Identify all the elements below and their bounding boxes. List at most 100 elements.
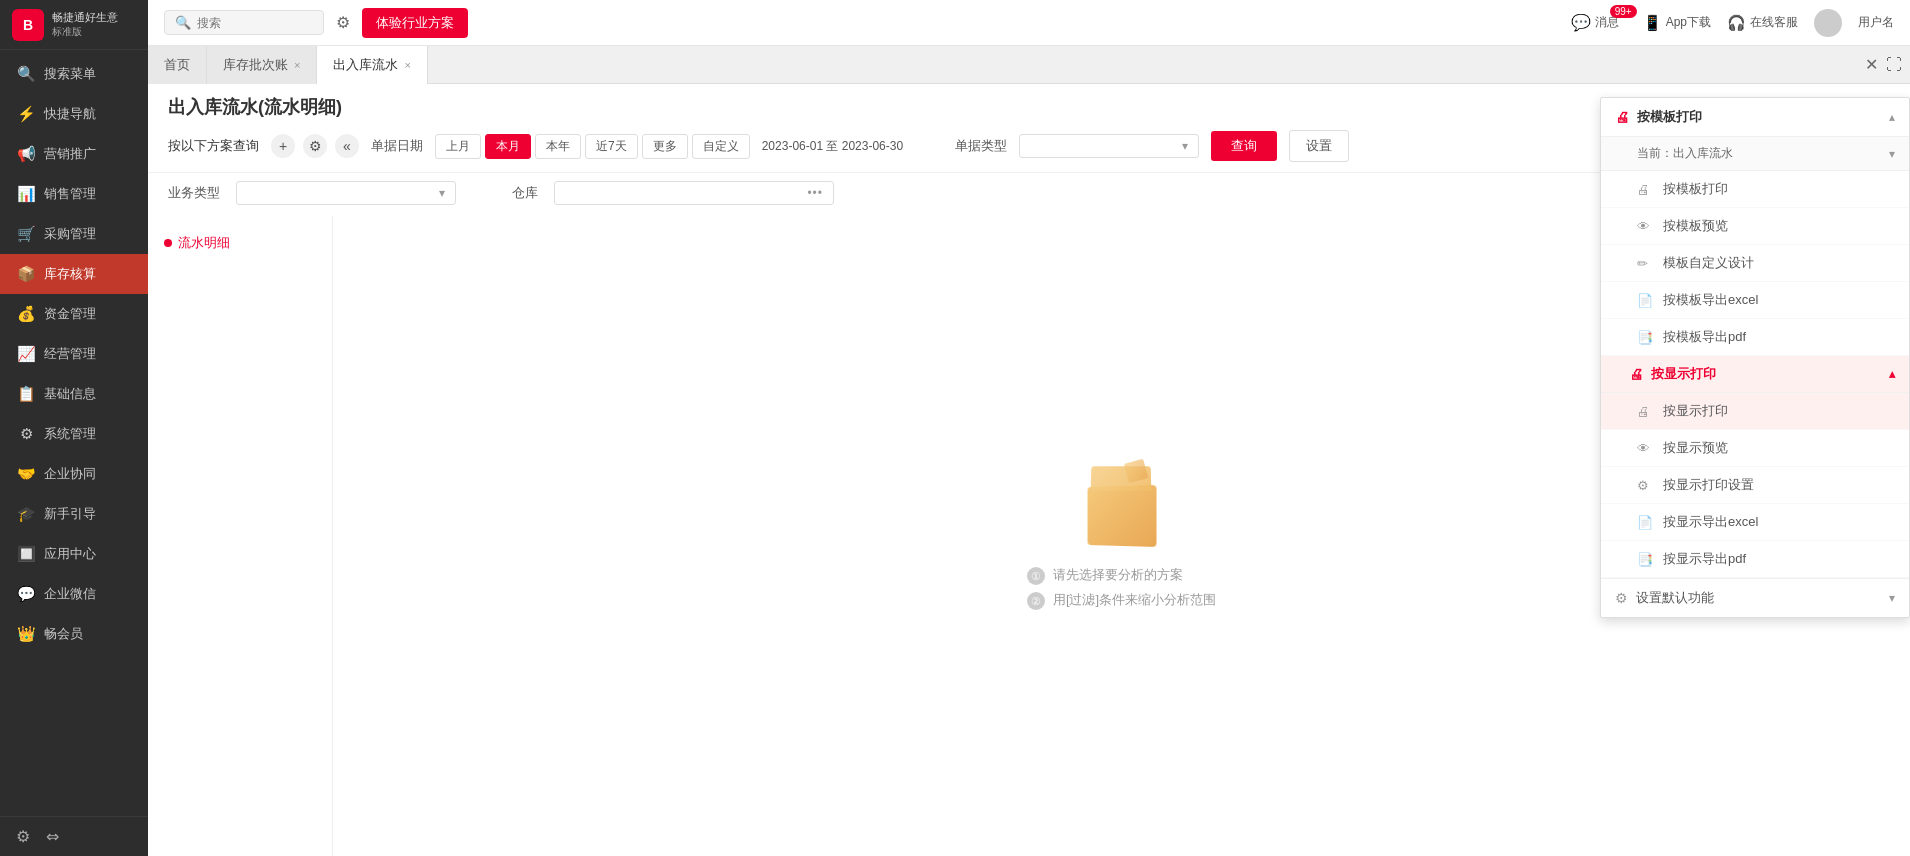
template-print-item[interactable]: 🖨 按模板打印 [1601, 171, 1909, 208]
tab-close-window-icon[interactable]: ✕ [1865, 55, 1878, 74]
filter-settings-button[interactable]: ⚙ [303, 134, 327, 158]
message-badge: 99+ [1610, 5, 1637, 18]
template-export-pdf-item[interactable]: 📑 按模板导出pdf [1601, 319, 1909, 356]
sidebar-item-finance[interactable]: 💰 资金管理 [0, 294, 148, 334]
customer-service-button[interactable]: 🎧 在线客服 [1727, 14, 1798, 32]
search-icon: 🔍 [175, 15, 191, 30]
sidebar-item-operations[interactable]: 📈 经营管理 [0, 334, 148, 374]
headset-icon: 🎧 [1727, 14, 1746, 32]
sidebar-item-system[interactable]: ⚙ 系统管理 [0, 414, 148, 454]
pdf-dp-icon: 📑 [1637, 552, 1653, 567]
printer-icon: 🖨 [1615, 109, 1629, 125]
quick-filter-flow-detail[interactable]: 流水明细 [148, 226, 332, 260]
template-custom-label: 模板自定义设计 [1663, 254, 1754, 272]
settings-button[interactable]: 设置 [1289, 130, 1349, 162]
sidebar-item-label: 快捷导航 [44, 105, 132, 123]
template-custom-item[interactable]: ✏ 模板自定义设计 [1601, 245, 1909, 282]
empty-state: ① 请先选择要分析的方案 ② 用[过滤]条件来缩小分析范围 [1027, 456, 1216, 616]
display-preview-item[interactable]: 👁 按显示预览 [1601, 430, 1909, 467]
doc-type-select[interactable] [1019, 134, 1199, 158]
sidebar-item-label: 资金管理 [44, 305, 132, 323]
tab-flow-close[interactable]: × [404, 59, 410, 71]
date-custom-button[interactable]: 自定义 [692, 134, 750, 159]
set-default-function-button[interactable]: ⚙ 设置默认功能 [1601, 578, 1909, 617]
excel-icon: 📄 [1637, 293, 1653, 308]
date-range-display: 2023-06-01 至 2023-06-30 [762, 138, 903, 155]
topbar-search-box[interactable]: 🔍 [164, 10, 324, 35]
filter-add-button[interactable]: + [271, 134, 295, 158]
template-preview-item[interactable]: 👁 按模板预览 [1601, 208, 1909, 245]
date-prev-month-button[interactable]: 上月 [435, 134, 481, 159]
printer-dp-icon: 🖨 [1637, 404, 1653, 419]
tab-batch-ledger-close[interactable]: × [294, 59, 300, 71]
template-print-header-left: 🖨 按模板打印 [1615, 108, 1702, 126]
sidebar-item-label: 搜索菜单 [44, 65, 132, 83]
sidebar-item-member[interactable]: 👑 畅会员 [0, 614, 148, 654]
sidebar-item-guide[interactable]: 🎓 新手引导 [0, 494, 148, 534]
date-filter-buttons: 上月 本月 本年 近7天 更多 自定义 [435, 134, 750, 159]
biz-type-select[interactable] [236, 181, 456, 205]
sidebar-bottom: ⚙ ⇔ [0, 816, 148, 856]
display-print-settings-item[interactable]: ⚙ 按显示打印设置 [1601, 467, 1909, 504]
sidebar-item-sales[interactable]: 📊 销售管理 [0, 174, 148, 214]
sidebar-item-app-center[interactable]: 🔲 应用中心 [0, 534, 148, 574]
display-export-pdf-label: 按显示导出pdf [1663, 550, 1746, 568]
template-export-excel-item[interactable]: 📄 按模板导出excel [1601, 282, 1909, 319]
sidebar-item-quick-nav[interactable]: ⚡ 快捷导航 [0, 94, 148, 134]
search-input[interactable] [197, 16, 297, 30]
tabs-bar: 首页 库存批次账 × 出入库流水 × ✕ ⛶ [148, 46, 1910, 84]
message-button[interactable]: 💬 消息 99+ [1563, 13, 1627, 32]
tab-batch-ledger[interactable]: 库存批次账 × [207, 46, 317, 84]
date-label: 单据日期 [371, 137, 423, 155]
warehouse-select[interactable]: ••• [554, 181, 834, 205]
sidebar-item-collab[interactable]: 🤝 企业协同 [0, 454, 148, 494]
sidebar-settings-icon[interactable]: ⚙ [16, 827, 30, 846]
step-2-text: 用[过滤]条件来缩小分析范围 [1053, 591, 1216, 609]
tab-maximize-icon[interactable]: ⛶ [1886, 56, 1902, 74]
user-avatar[interactable] [1814, 9, 1842, 37]
display-print-settings-label: 按显示打印设置 [1663, 476, 1754, 494]
display-print-section-header[interactable]: 🖨 按显示打印 [1601, 356, 1909, 393]
query-button[interactable]: 查询 [1211, 131, 1277, 161]
display-print-header-label: 按显示打印 [1651, 365, 1716, 383]
template-print-header[interactable]: 🖨 按模板打印 [1601, 98, 1909, 137]
date-7days-button[interactable]: 近7天 [585, 134, 638, 159]
filter-collapse-button[interactable]: « [335, 134, 359, 158]
mobile-icon: 📱 [1643, 14, 1662, 32]
tab-home[interactable]: 首页 [148, 46, 207, 84]
tab-flow[interactable]: 出入库流水 × [317, 46, 427, 84]
industry-solution-button[interactable]: 体验行业方案 [362, 8, 468, 38]
app-download-button[interactable]: 📱 App下载 [1643, 14, 1711, 32]
active-dot [164, 239, 172, 247]
search-icon: 🔍 [16, 65, 36, 83]
settings-icon[interactable]: ⚙ [336, 13, 350, 32]
print-dropdown-panel: 🖨 按模板打印 当前：出入库流水 🖨 按模板打印 👁 按模板预览 ✏ 模板自定义… [1600, 97, 1910, 618]
date-current-year-button[interactable]: 本年 [535, 134, 581, 159]
more-icon: ••• [807, 186, 823, 200]
template-print-toggle-icon [1889, 110, 1895, 124]
date-more-button[interactable]: 更多 [642, 134, 688, 159]
date-current-month-button[interactable]: 本月 [485, 134, 531, 159]
sidebar-item-marketing[interactable]: 📢 营销推广 [0, 134, 148, 174]
apps-icon: 🔲 [16, 545, 36, 563]
tab-flow-label: 出入库流水 [333, 56, 398, 74]
sidebar-item-label: 企业协同 [44, 465, 132, 483]
display-export-excel-item[interactable]: 📄 按显示导出excel [1601, 504, 1909, 541]
sidebar-item-label: 经营管理 [44, 345, 132, 363]
settings-dp-icon: ⚙ [1637, 478, 1653, 493]
sidebar-item-inventory[interactable]: 📦 库存核算 [0, 254, 148, 294]
printer-active-icon: 🖨 [1629, 366, 1643, 382]
display-print-item[interactable]: 🖨 按显示打印 [1601, 393, 1909, 430]
sidebar-item-purchase[interactable]: 🛒 采购管理 [0, 214, 148, 254]
sidebar-item-label: 应用中心 [44, 545, 132, 563]
sidebar-item-wechat[interactable]: 💬 企业微信 [0, 574, 148, 614]
eye-icon: 👁 [1637, 219, 1653, 234]
quick-filter-label: 流水明细 [178, 234, 230, 252]
quick-filter-panel: 流水明细 [148, 216, 333, 856]
app-version: 标准版 [52, 25, 118, 39]
sidebar-item-basic[interactable]: 📋 基础信息 [0, 374, 148, 414]
sidebar-item-search[interactable]: 🔍 搜索菜单 [0, 54, 148, 94]
sidebar-collapse-icon[interactable]: ⇔ [46, 827, 59, 846]
handshake-icon: 🤝 [16, 465, 36, 483]
display-export-pdf-item[interactable]: 📑 按显示导出pdf [1601, 541, 1909, 578]
